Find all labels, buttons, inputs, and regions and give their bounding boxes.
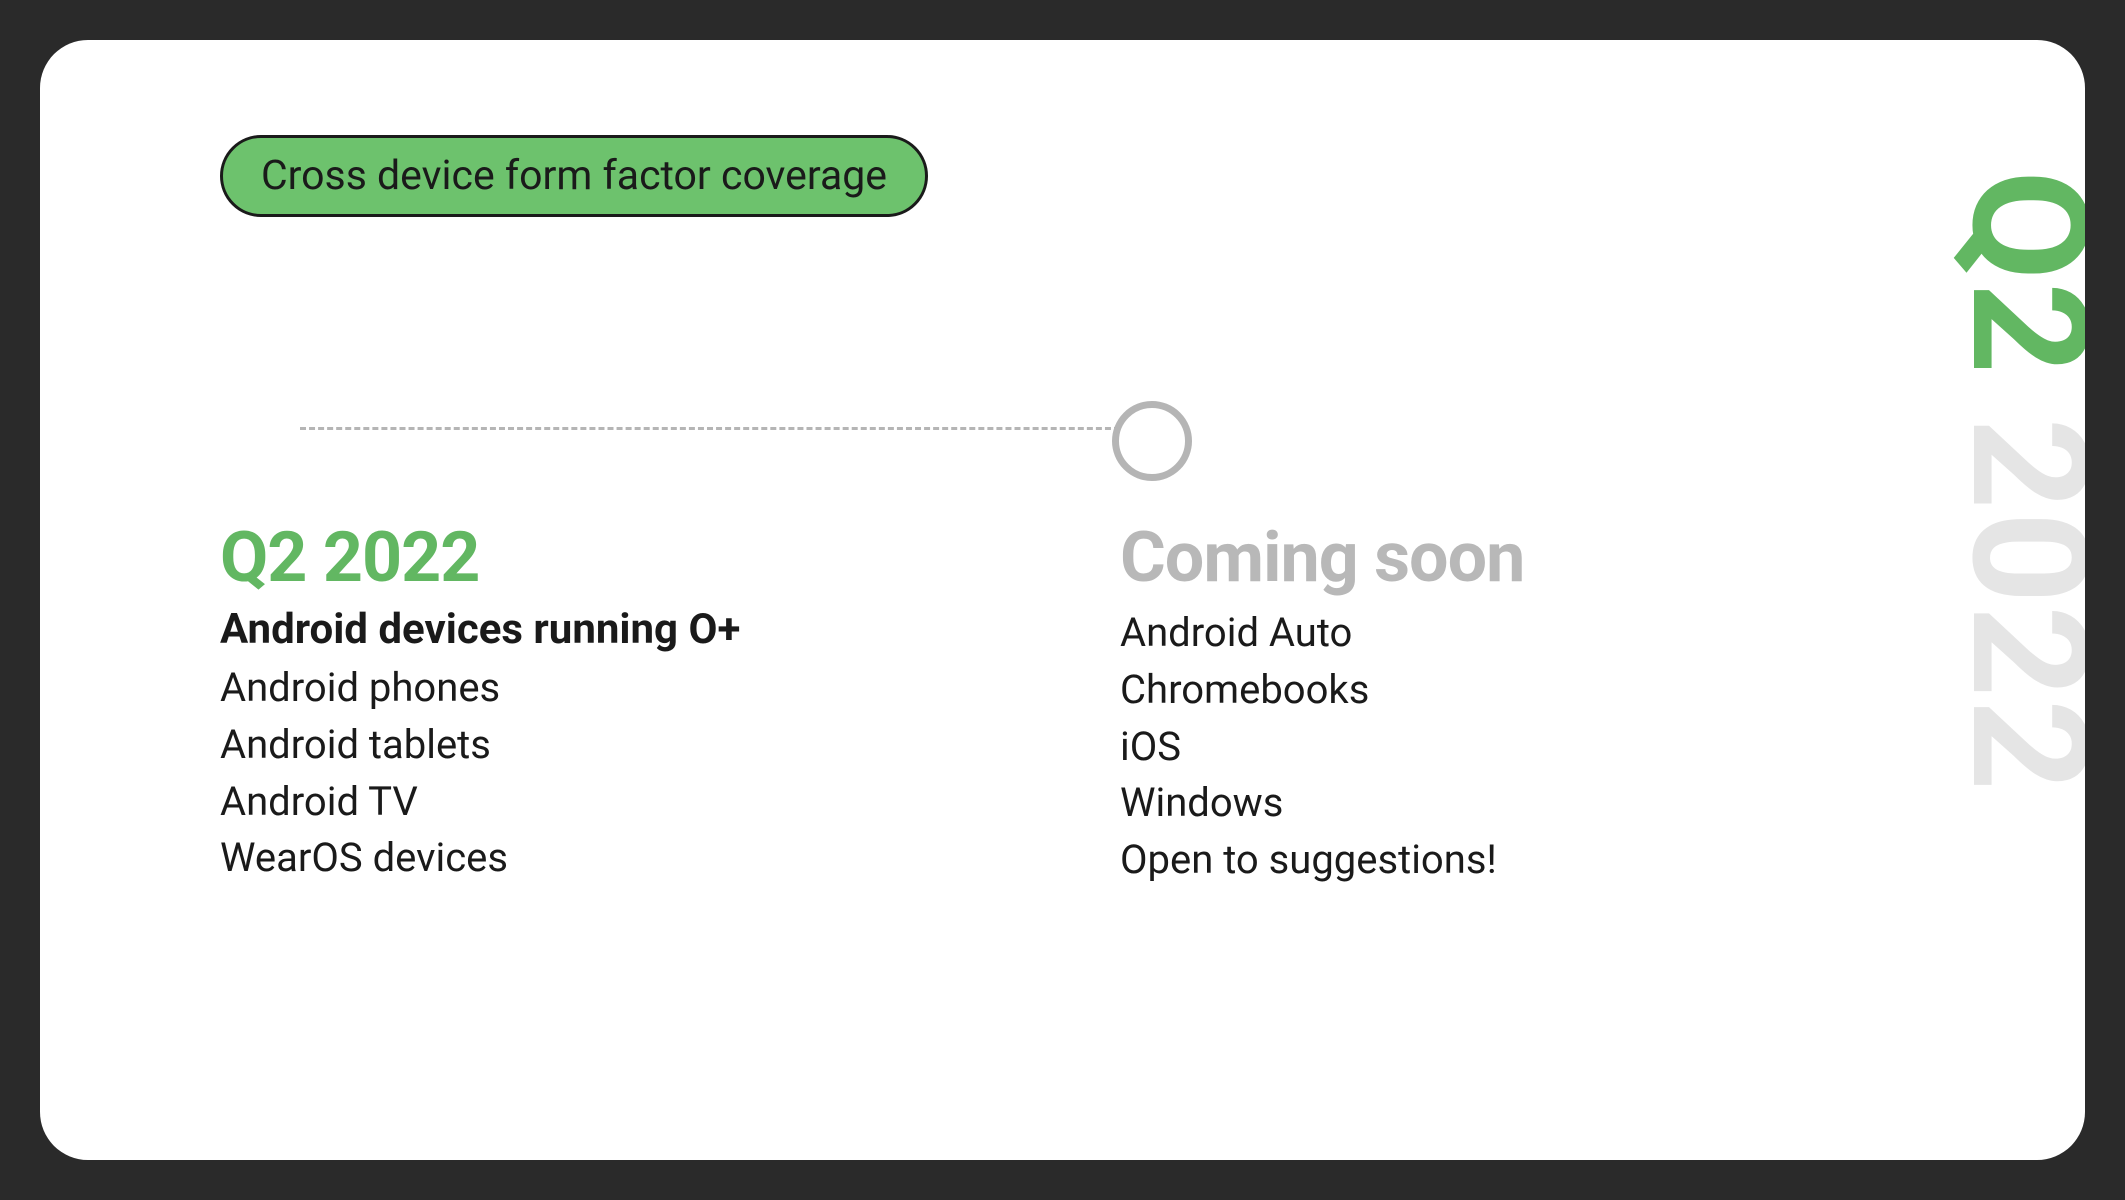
current-heading: Q2 2022 [220, 517, 1120, 599]
list-item: iOS [1120, 719, 2020, 776]
watermark-green-part: Q2 [1934, 170, 2085, 376]
list-item: Chromebooks [1120, 662, 2020, 719]
list-item: Android TV [220, 774, 1120, 831]
title-badge: Cross device form factor coverage [220, 135, 928, 217]
column-current: Q2 2022 Android devices running O+ Andro… [220, 517, 1120, 889]
current-subheading: Android devices running O+ [220, 605, 1120, 654]
timeline [300, 397, 1905, 457]
list-item: Windows [1120, 775, 2020, 832]
list-item: Android tablets [220, 717, 1120, 774]
slide-card: Cross device form factor coverage Q2 202… [40, 40, 2085, 1160]
column-coming-soon: Coming soon Android Auto Chromebooks iOS… [1120, 517, 2020, 889]
list-item: Open to suggestions! [1120, 832, 2020, 889]
timeline-dashed-line [300, 427, 1120, 430]
columns-container: Q2 2022 Android devices running O+ Andro… [220, 517, 1905, 889]
list-item: WearOS devices [220, 830, 1120, 887]
list-item: Android phones [220, 660, 1120, 717]
coming-soon-heading: Coming soon [1120, 517, 2020, 599]
list-item: Android Auto [1120, 605, 2020, 662]
timeline-marker-circle-icon [1112, 401, 1192, 481]
